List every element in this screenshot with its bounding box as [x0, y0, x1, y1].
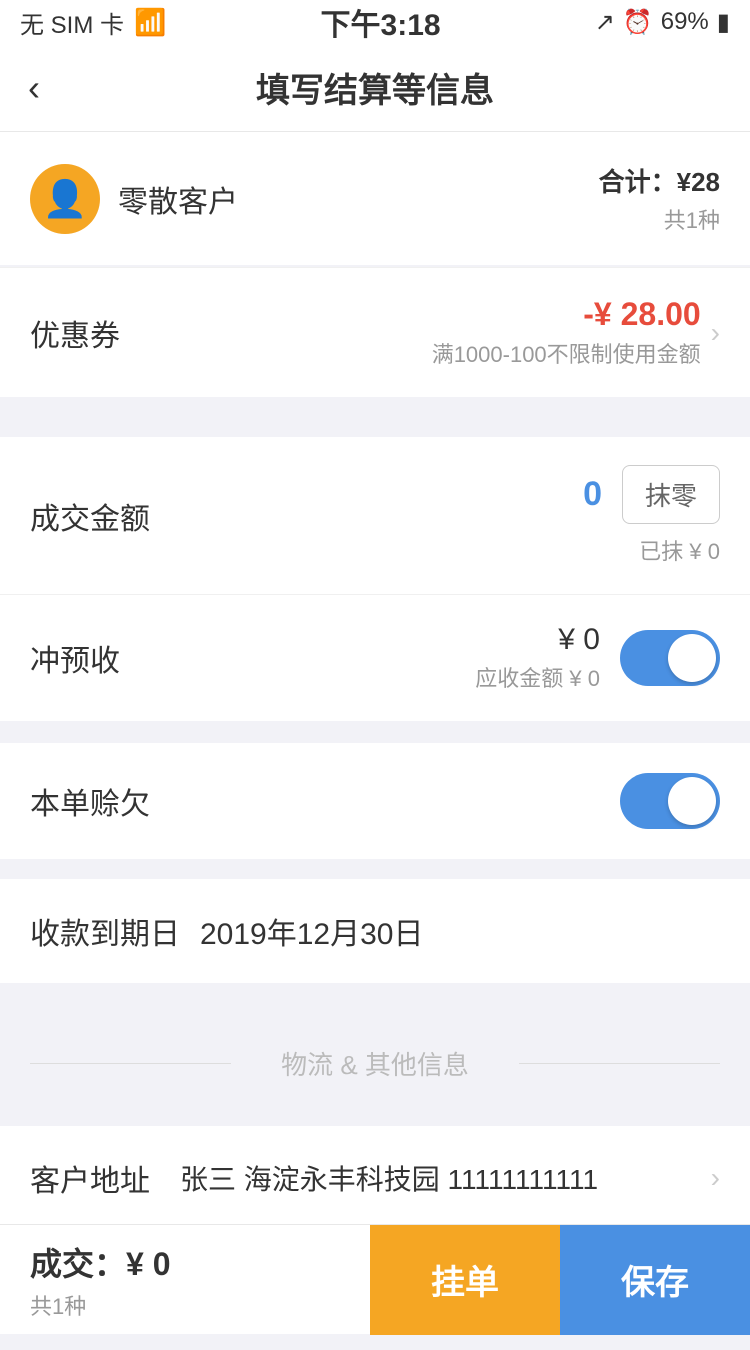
advance-toggle[interactable] — [620, 630, 720, 686]
coupon-description: 满1000-100不限制使用金额 — [432, 337, 701, 369]
credit-label: 本单赊欠 — [30, 779, 150, 823]
customer-avatar: 👤 — [30, 164, 100, 234]
deal-amount-section: 成交金额 0 抹零 已抹 ¥ 0 冲预收 ¥ 0 应收金额 ¥ 0 — [0, 437, 750, 721]
advance-main-amount: ¥ 0 — [475, 623, 600, 657]
deal-amount-sub: 已抹 ¥ 0 — [639, 534, 720, 566]
deal-amount-label: 成交金额 — [30, 494, 150, 538]
section-divider-2 — [0, 723, 750, 743]
advance-sub-amount: 应收金额 ¥ 0 — [475, 661, 600, 693]
credit-toggle-knob — [668, 777, 716, 825]
battery-level: 69% — [661, 8, 709, 36]
coupon-right: -¥ 28.00 满1000-100不限制使用金额 › — [432, 296, 720, 369]
section-divider-1 — [0, 417, 750, 437]
advance-label: 冲预收 — [30, 636, 120, 680]
location-icon: ↗ — [595, 8, 615, 37]
credit-section: 本单赊欠 — [0, 743, 750, 859]
avatar-icon: 👤 — [43, 178, 88, 220]
customer-left: 👤 零散客户 — [30, 164, 238, 234]
customer-name: 零散客户 — [118, 177, 238, 221]
sim-status: 无 SIM 卡 — [20, 5, 124, 40]
nav-bar: ‹ 填写结算等信息 — [0, 44, 750, 132]
wifi-icon: 📶 — [134, 7, 166, 38]
section-divider-4 — [0, 1106, 750, 1126]
logistics-section: 物流 & 其他信息 — [0, 1023, 750, 1104]
deal-amount-value: 0 — [583, 475, 602, 514]
toggle-knob — [668, 634, 716, 682]
customer-right: 合计：¥28 共1种 — [599, 162, 720, 235]
coupon-info: -¥ 28.00 满1000-100不限制使用金额 — [432, 296, 701, 369]
back-button[interactable]: ‹ — [28, 67, 40, 109]
save-button[interactable]: 保存 — [560, 1225, 750, 1335]
bottom-left: 成交：¥ 0 共1种 — [0, 1239, 370, 1321]
coupon-amount: -¥ 28.00 — [432, 296, 701, 333]
deal-amount-controls: 0 抹零 — [583, 465, 720, 524]
due-date-label: 收款到期日 — [30, 909, 180, 953]
deal-amount-right: 0 抹零 已抹 ¥ 0 — [583, 465, 720, 566]
coupon-label: 优惠券 — [30, 311, 120, 355]
status-right: ↗ ⏰ 69% ▮ — [595, 8, 730, 37]
item-count: 共1种 — [599, 203, 720, 235]
section-divider-3 — [0, 1003, 750, 1023]
battery-icon: ▮ — [717, 8, 730, 37]
round-off-button[interactable]: 抹零 — [622, 465, 720, 524]
total-amount: 合计：¥28 — [599, 162, 720, 199]
bottom-bar: 成交：¥ 0 共1种 挂单 保存 — [0, 1224, 750, 1334]
deal-amount-row: 成交金额 0 抹零 已抹 ¥ 0 — [0, 437, 750, 595]
page-title: 填写结算等信息 — [256, 63, 494, 112]
due-date-section: 收款到期日 2019年12月30日 — [0, 879, 750, 983]
due-date-value: 2019年12月30日 — [200, 909, 423, 953]
logistics-line-left — [30, 1063, 231, 1064]
status-left: 无 SIM 卡 📶 — [20, 5, 166, 40]
coupon-section[interactable]: 优惠券 -¥ 28.00 满1000-100不限制使用金额 › — [0, 267, 750, 397]
address-chevron-icon: › — [711, 1162, 720, 1194]
logistics-label: 物流 & 其他信息 — [281, 1045, 469, 1082]
advance-row: 冲预收 ¥ 0 应收金额 ¥ 0 — [0, 595, 750, 721]
address-section[interactable]: 客户地址 张三 海淀永丰科技园 11111111111 › — [0, 1126, 750, 1230]
address-label: 客户地址 — [30, 1156, 150, 1200]
bottom-item-count: 共1种 — [30, 1289, 340, 1321]
hang-order-button[interactable]: 挂单 — [370, 1225, 560, 1335]
due-date-row: 收款到期日 2019年12月30日 — [30, 909, 720, 953]
address-value: 张三 海淀永丰科技园 11111111111 — [180, 1158, 711, 1198]
bottom-deal-amount: 成交：¥ 0 — [30, 1239, 340, 1285]
chevron-right-icon: › — [711, 317, 720, 349]
credit-toggle[interactable] — [620, 773, 720, 829]
advance-right: ¥ 0 应收金额 ¥ 0 — [475, 623, 720, 693]
alarm-icon: ⏰ — [623, 8, 653, 37]
logistics-line-right — [519, 1063, 720, 1064]
customer-section: 👤 零散客户 合计：¥28 共1种 — [0, 132, 750, 265]
status-bar: 无 SIM 卡 📶 下午3:18 ↗ ⏰ 69% ▮ — [0, 0, 750, 44]
advance-amounts: ¥ 0 应收金额 ¥ 0 — [475, 623, 600, 693]
status-time: 下午3:18 — [321, 0, 441, 44]
